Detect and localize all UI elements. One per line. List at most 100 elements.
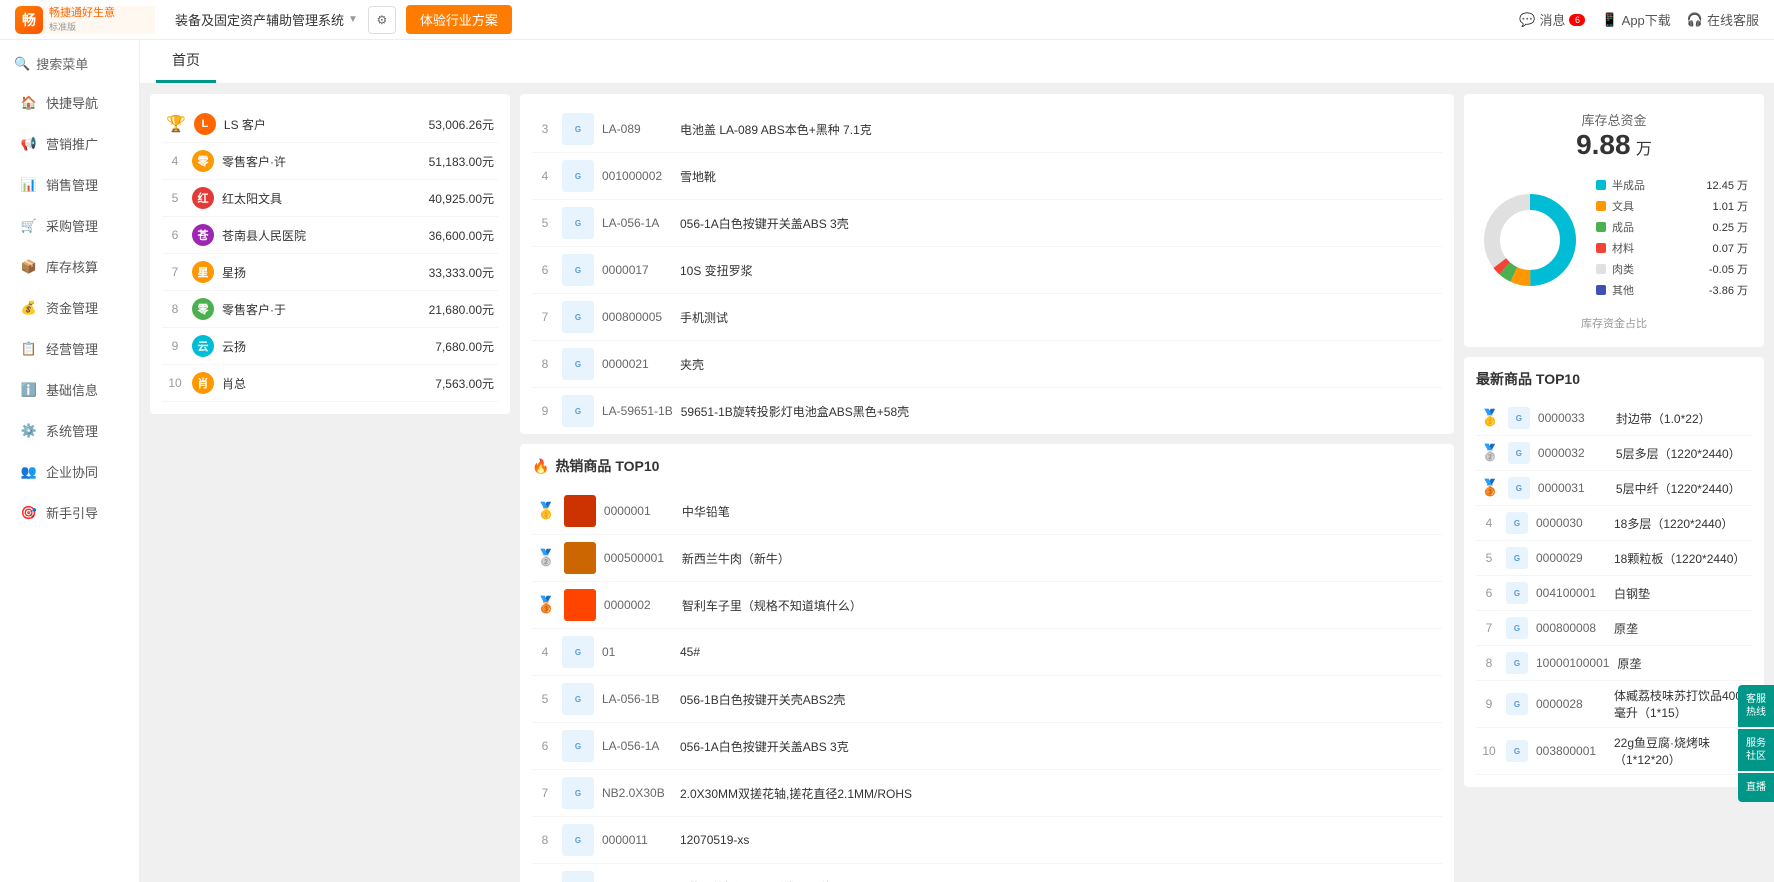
online-service-button[interactable]: 🎧 在线客服 [1687,10,1759,29]
sidebar-item-base-info[interactable]: ℹ️ 基础信息 [6,370,133,409]
rank-badge: 云 [192,335,214,357]
new-product-row: 6 G 004100001 白钢垫 [1476,576,1752,611]
live-button[interactable]: 直播 [1738,773,1774,802]
product-name: 手机测试 [680,309,1438,326]
legend-item: 肉类 -0.05 万 [1596,261,1748,277]
sidebar-label-9: 企业协同 [46,462,98,481]
legend-list: 半成品 12.45 万 文具 1.01 万 成品 0.25 万 材料 0.07 … [1596,177,1748,303]
product-code: 01 [602,645,672,659]
message-icon: 💬 [1519,12,1535,28]
app-download-button[interactable]: 📱 App下载 [1601,10,1670,29]
service-community-button[interactable]: 服务社区 [1738,729,1774,771]
sidebar-item-quick-nav[interactable]: 🏠 快捷导航 [6,83,133,122]
inventory-total: 库存总资金 9.88 万 [1480,110,1748,161]
new-product-row: 7 G 000800008 原垄 [1476,611,1752,646]
sidebar-item-sales[interactable]: 📊 销售管理 [6,165,133,204]
sales-rank-row: 🏆 L LS 客户 53,006.26元 [162,106,498,143]
inventory-label: 库存资金占比 [1480,315,1748,331]
message-label: 消息 [1539,10,1565,29]
team-icon: 👥 [20,463,38,481]
new-products-table: 🥇 G 0000033 封边带（1.0*22） 🥈 G 0000032 5层多层… [1476,401,1752,775]
donut-chart-svg [1480,190,1580,290]
product-name: 花语萌恒温分腿睡袋（厚款） [688,879,1438,882]
product-img: G [562,160,594,192]
new-product-row: 10 G 003800001 22g鱼豆腐·烧烤味（1*12*20） [1476,728,1752,775]
settings-icon[interactable]: ⚙ [368,6,396,34]
new-product-img: G [1506,547,1528,569]
content-tabs: 首页 [140,40,1774,84]
right-column: 库存总资金 9.88 万 [1464,94,1764,872]
new-product-code: 003800001 [1536,744,1606,758]
brand-area: 畅 畅捷通好生意 标准版 [15,6,155,34]
rank-amount: 51,183.00元 [429,153,494,170]
content-body: 🏆 L LS 客户 53,006.26元 4 零 零售客户·许 51,183.0… [140,84,1774,882]
sidebar-item-collab[interactable]: 👥 企业协同 [6,452,133,491]
rank-badge: 红 [192,187,214,209]
product-name: 新西兰牛肉（新牛） [682,550,1438,567]
sidebar-item-operations[interactable]: 📋 经营管理 [6,329,133,368]
product-name: 056-1B白色按键开关壳ABS2壳 [680,691,1438,708]
new-products-card: 最新商品 TOP10 🥇 G 0000033 封边带（1.0*22） 🥈 G 0… [1464,357,1764,787]
rank-name: 星扬 [222,264,421,281]
product-img: G [562,777,594,809]
sidebar-item-finance[interactable]: 💰 资金管理 [6,288,133,327]
search-label: 搜索菜单 [36,54,88,73]
top-sold-row: 8 G 0000021 夹壳 [532,341,1442,388]
new-product-code: 004100001 [1536,586,1606,600]
new-product-code: 0000033 [1538,411,1608,425]
sales-rank-row: 7 星 星扬 33,333.00元 [162,254,498,291]
product-code: 0000021 [602,357,672,371]
message-button[interactable]: 💬 消息 6 [1519,10,1585,29]
legend-value: -3.86 万 [1709,282,1748,298]
tab-home[interactable]: 首页 [156,40,216,83]
top-sold-row: 3 G LA-089 电池盖 LA-089 ABS本色+黑种 7.1克 [532,106,1442,153]
sidebar-item-guide[interactable]: 🎯 新手引导 [6,493,133,532]
try-button[interactable]: 体验行业方案 [406,5,512,34]
sidebar-item-marketing[interactable]: 📢 营销推广 [6,124,133,163]
new-product-name: 5层多层（1220*2440） [1616,445,1748,462]
chevron-down-icon: ▼ [348,14,358,25]
rank-name: 苍南县人民医院 [222,227,421,244]
legend-item: 成品 0.25 万 [1596,219,1748,235]
hot-products-card: 🔥 热销商品 TOP10 🥇 0000001 中华铅笔 🥈 000500001 … [520,444,1454,882]
customer-service-button[interactable]: 客服热线 [1738,685,1774,727]
product-img: G [562,871,594,882]
legend-name: 文具 [1612,198,1707,214]
new-product-code: 0000031 [1538,481,1608,495]
sales-rank-row: 6 苍 苍南县人民医院 36,600.00元 [162,217,498,254]
new-product-row: 🥈 G 0000032 5层多层（1220*2440） [1476,436,1752,471]
new-product-img: G [1506,740,1528,762]
brand-name: 畅捷通好生意 [49,6,115,20]
system-name: 装备及固定资产辅助管理系统 [175,10,344,29]
sidebar-item-inventory[interactable]: 📦 库存核算 [6,247,133,286]
new-product-row: 🥉 G 0000031 5层中纤（1220*2440） [1476,471,1752,506]
legend-item: 其他 -3.86 万 [1596,282,1748,298]
sidebar-item-purchase[interactable]: 🛒 采购管理 [6,206,133,245]
new-product-img: G [1506,512,1528,534]
message-badge: 6 [1569,14,1585,26]
search-icon: 🔍 [14,56,30,72]
guide-icon: 🎯 [20,504,38,522]
product-name: 056-1A白色按键开关盖ABS 3壳 [680,215,1438,232]
hot-product-row: 4 G 01 45# [532,629,1442,676]
product-img: G [562,683,594,715]
legend-dot [1596,243,1606,253]
rank-amount: 53,006.26元 [429,116,494,133]
product-name: 中华铅笔 [682,503,1438,520]
product-code: 0000002 [604,598,674,612]
brand-tag: 标准版 [49,20,115,33]
rank-name: 云扬 [222,338,427,355]
system-selector[interactable]: 装备及固定资产辅助管理系统 ▼ [175,10,358,29]
legend-value: 1.01 万 [1713,198,1748,214]
chart-icon: 📊 [20,176,38,194]
search-menu[interactable]: 🔍 搜索菜单 [0,46,139,81]
sales-rank-row: 5 红 红太阳文具 40,925.00元 [162,180,498,217]
legend-value: 12.45 万 [1706,177,1748,193]
rank-badge: 肖 [192,372,214,394]
content-area: 首页 🏆 L LS 客户 53,006.26元 4 零 零售客户·许 51,18… [140,40,1774,882]
new-product-name: 体臧荔枝味苏打饮品400毫升（1*15） [1614,687,1748,721]
sidebar-item-system[interactable]: ⚙️ 系统管理 [6,411,133,450]
hot-product-row: 6 G LA-056-1A 056-1A白色按键开关盖ABS 3克 [532,723,1442,770]
rank-name: 肖总 [222,375,427,392]
product-name: 10S 变扭罗浆 [680,262,1438,279]
